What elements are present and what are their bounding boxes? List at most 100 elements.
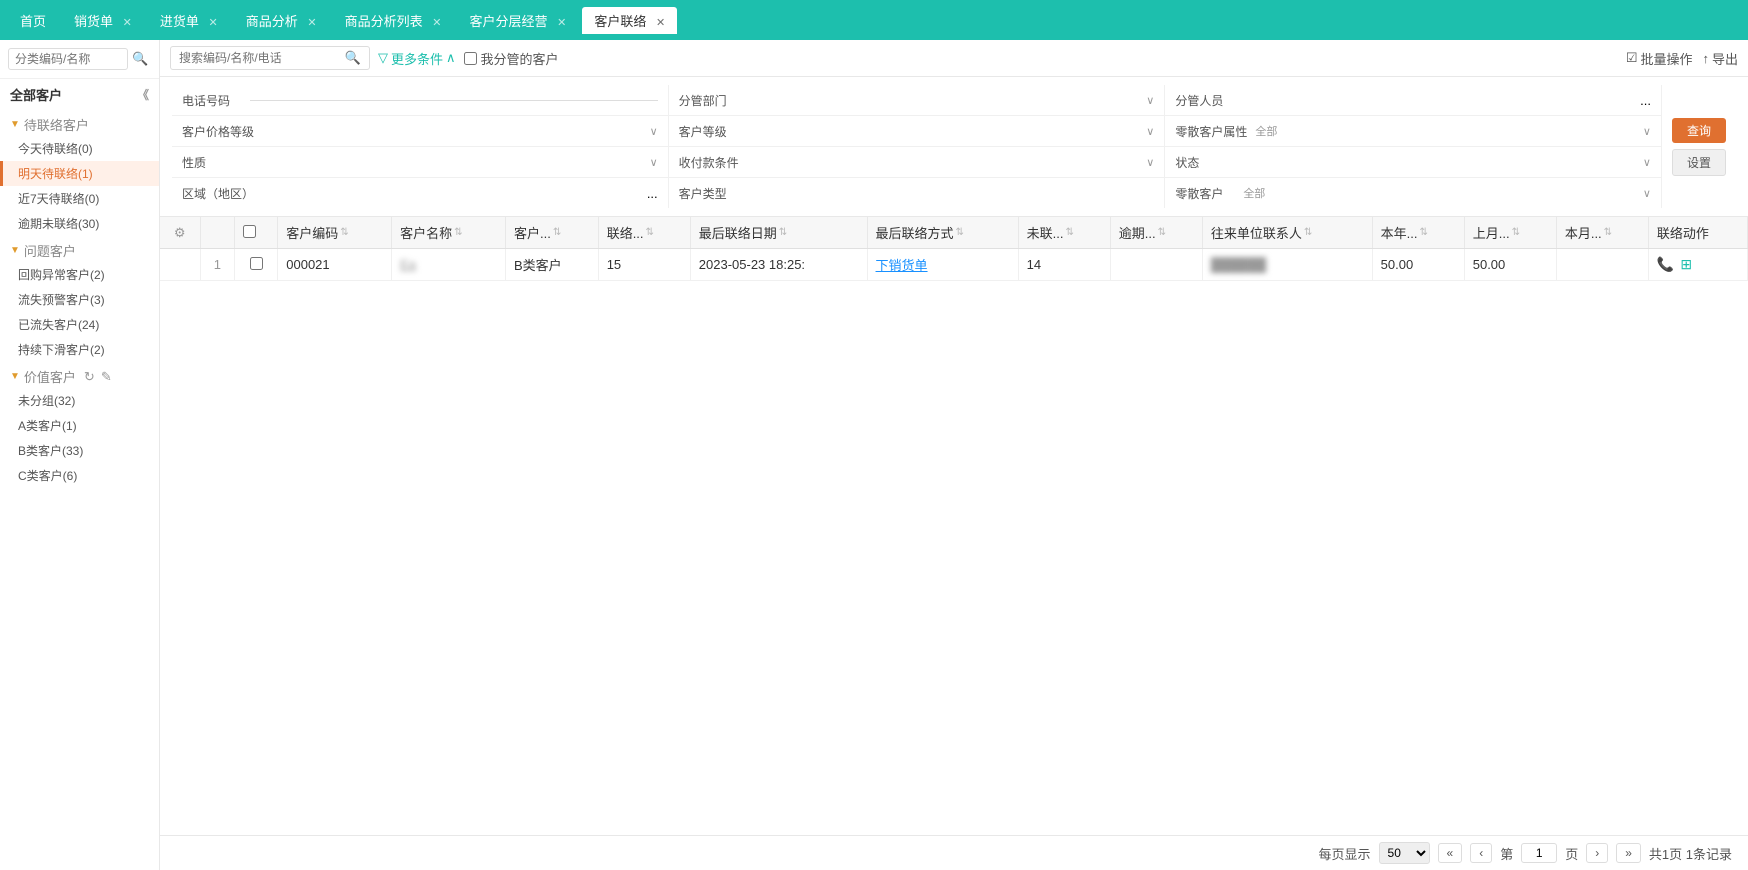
toolbar-search-box: 🔍: [170, 46, 370, 70]
close-tab-customer-tier-icon[interactable]: ✕: [557, 17, 566, 29]
checkbox-batch-icon: ☑: [1626, 50, 1638, 66]
sort-uncontacted-icon[interactable]: ⇅: [1066, 227, 1074, 238]
person-label: 分管人员: [1175, 92, 1235, 109]
sidebar-all-customers[interactable]: 全部客户 《: [0, 79, 159, 110]
nav-tab-sales[interactable]: 销货单 ✕: [62, 7, 144, 34]
dept-select[interactable]: ∨: [747, 94, 1155, 107]
sort-unit-contact-icon[interactable]: ⇅: [1304, 227, 1312, 238]
close-tab-customer-contact-icon[interactable]: ✕: [656, 17, 665, 29]
payment-select[interactable]: ∨: [747, 156, 1155, 169]
prev-page-btn[interactable]: ‹: [1470, 843, 1492, 863]
close-tab-purchase-icon[interactable]: ✕: [209, 17, 218, 29]
batch-op-btn[interactable]: ☑ 批量操作: [1626, 49, 1693, 68]
nav-tab-purchase[interactable]: 进货单 ✕: [148, 7, 230, 34]
first-page-btn[interactable]: «: [1438, 843, 1463, 863]
last-contact-method-link[interactable]: 下销货单: [876, 258, 928, 273]
retail-attr-label: 零散客户属性: [1175, 123, 1247, 140]
sort-date-icon[interactable]: ⇅: [779, 227, 787, 238]
sidebar-item-tomorrow[interactable]: 明天待联络(1): [0, 161, 159, 186]
top-nav: 首页 销货单 ✕ 进货单 ✕ 商品分析 ✕ 商品分析列表 ✕ 客户分层经营 ✕ …: [0, 0, 1748, 40]
sidebar-item-7days[interactable]: 近7天待联络(0): [0, 186, 159, 211]
row-settings-cell: [160, 249, 200, 281]
last-page-btn[interactable]: »: [1616, 843, 1641, 863]
my-customers-checkbox[interactable]: [464, 52, 477, 65]
action-phone-icon[interactable]: 📞: [1657, 256, 1674, 273]
value-group-edit-icon[interactable]: ✎: [101, 369, 112, 385]
retail-attr-select[interactable]: 全部 ∨: [1255, 123, 1651, 139]
sidebar-item-overdue[interactable]: 逾期未联络(30): [0, 211, 159, 236]
row-last-contact-method: 下销货单: [867, 249, 1018, 281]
sidebar-item-class-a[interactable]: A类客户(1): [0, 413, 159, 438]
filter-row-3: 性质 ∨ 收付款条件 ∨ 状态: [172, 147, 1661, 178]
row-checkbox[interactable]: [250, 257, 263, 270]
page-label: 第: [1500, 844, 1513, 863]
status-select[interactable]: ∨: [1243, 156, 1651, 169]
nav-tab-analysis-list[interactable]: 商品分析列表 ✕: [333, 7, 454, 34]
customer-name-link[interactable]: Ea: [400, 257, 416, 272]
set-button[interactable]: 设置: [1672, 149, 1726, 176]
row-overdue: [1110, 249, 1202, 281]
table-area: ⚙ 客户编码⇅ 客户名称⇅ 客户...⇅ 联络...⇅: [160, 217, 1748, 835]
person-dots-icon[interactable]: ...: [1640, 93, 1651, 108]
retail-customer-label: 零散客户: [1175, 185, 1235, 202]
toolbar-search-icon[interactable]: 🔍: [345, 50, 361, 66]
sort-this-year-icon[interactable]: ⇅: [1419, 227, 1427, 238]
sort-code-icon[interactable]: ⇅: [340, 227, 348, 238]
sort-name-icon[interactable]: ⇅: [454, 227, 462, 238]
customer-level-select[interactable]: ∨: [747, 125, 1155, 138]
region-dots-icon[interactable]: ...: [647, 186, 658, 201]
sidebar-collapse-icon: 《: [137, 86, 149, 103]
nav-tab-customer-contact[interactable]: 客户联络 ✕: [582, 7, 677, 34]
row-name[interactable]: Ea: [392, 249, 506, 281]
toolbar-search-input[interactable]: [179, 51, 345, 65]
filter-action-btns: 查询 设置: [1661, 85, 1736, 208]
retail-customer-select[interactable]: 全部 ∨: [1243, 185, 1651, 201]
filter-rows: 电话号码 分管部门 ∨ 分管人员 ...: [172, 85, 1736, 208]
close-tab-analysis-icon[interactable]: ✕: [307, 17, 316, 29]
sort-method-icon[interactable]: ⇅: [956, 227, 964, 238]
sort-overdue-icon[interactable]: ⇅: [1158, 227, 1166, 238]
sidebar-item-declining[interactable]: 持续下滑客户(2): [0, 337, 159, 362]
more-conditions-btn[interactable]: ▽ 更多条件 ∧: [378, 49, 456, 68]
nav-tab-customer-tier[interactable]: 客户分层经营 ✕: [457, 7, 578, 34]
close-tab-analysis-list-icon[interactable]: ✕: [432, 17, 441, 29]
sidebar-item-churned[interactable]: 已流失客户(24): [0, 312, 159, 337]
price-level-select[interactable]: ∨: [262, 125, 658, 138]
sort-contact-icon[interactable]: ⇅: [646, 227, 654, 238]
sidebar-search-icon[interactable]: 🔍: [132, 51, 148, 67]
next-page-btn[interactable]: ›: [1586, 843, 1608, 863]
gender-select[interactable]: ∨: [250, 156, 658, 169]
pending-triangle-icon: ▼: [10, 119, 20, 130]
row-contact: 15: [598, 249, 690, 281]
per-page-select[interactable]: 50 10 20 100: [1379, 842, 1430, 864]
sort-category-icon[interactable]: ⇅: [553, 227, 561, 238]
close-tab-sales-icon[interactable]: ✕: [123, 17, 132, 29]
sort-last-month-icon[interactable]: ⇅: [1512, 227, 1520, 238]
sort-this-month-icon[interactable]: ⇅: [1604, 227, 1612, 238]
action-grid-icon[interactable]: ⊞: [1680, 256, 1692, 273]
sidebar-problem-group: ▼ 问题客户: [0, 236, 159, 262]
th-name: 客户名称⇅: [392, 217, 506, 249]
query-button[interactable]: 查询: [1672, 118, 1726, 143]
export-btn[interactable]: ↑ 导出: [1702, 49, 1738, 68]
sidebar-item-ungrouped[interactable]: 未分组(32): [0, 388, 159, 413]
sidebar-search-input[interactable]: [8, 48, 128, 70]
sidebar-item-class-b[interactable]: B类客户(33): [0, 438, 159, 463]
sidebar-item-today[interactable]: 今天待联络(0): [0, 136, 159, 161]
more-conditions-arrow-icon: ∧: [446, 50, 456, 66]
sidebar-search-area: 🔍: [0, 40, 159, 79]
nav-tab-analysis[interactable]: 商品分析 ✕: [234, 7, 329, 34]
sidebar-item-repurchase-abnormal[interactable]: 回购异常客户(2): [0, 262, 159, 287]
th-settings[interactable]: ⚙: [160, 217, 200, 249]
select-all-checkbox[interactable]: [243, 225, 256, 238]
current-page-input[interactable]: [1521, 843, 1557, 863]
th-last-contact-method: 最后联络方式⇅: [867, 217, 1018, 249]
sidebar-item-churn-warning[interactable]: 流失预警客户(3): [0, 287, 159, 312]
sidebar-item-class-c[interactable]: C类客户(6): [0, 463, 159, 488]
main-content: 🔍 ▽ 更多条件 ∧ 我分管的客户 ☑ 批量操作 ↑ 导出: [160, 40, 1748, 870]
filter-price-level: 客户价格等级 ∨: [172, 116, 669, 146]
th-seq: [200, 217, 235, 249]
value-group-refresh-icon[interactable]: ↻: [84, 369, 95, 385]
nav-home[interactable]: 首页: [8, 7, 58, 34]
filter-row-1: 电话号码 分管部门 ∨ 分管人员 ...: [172, 85, 1661, 116]
